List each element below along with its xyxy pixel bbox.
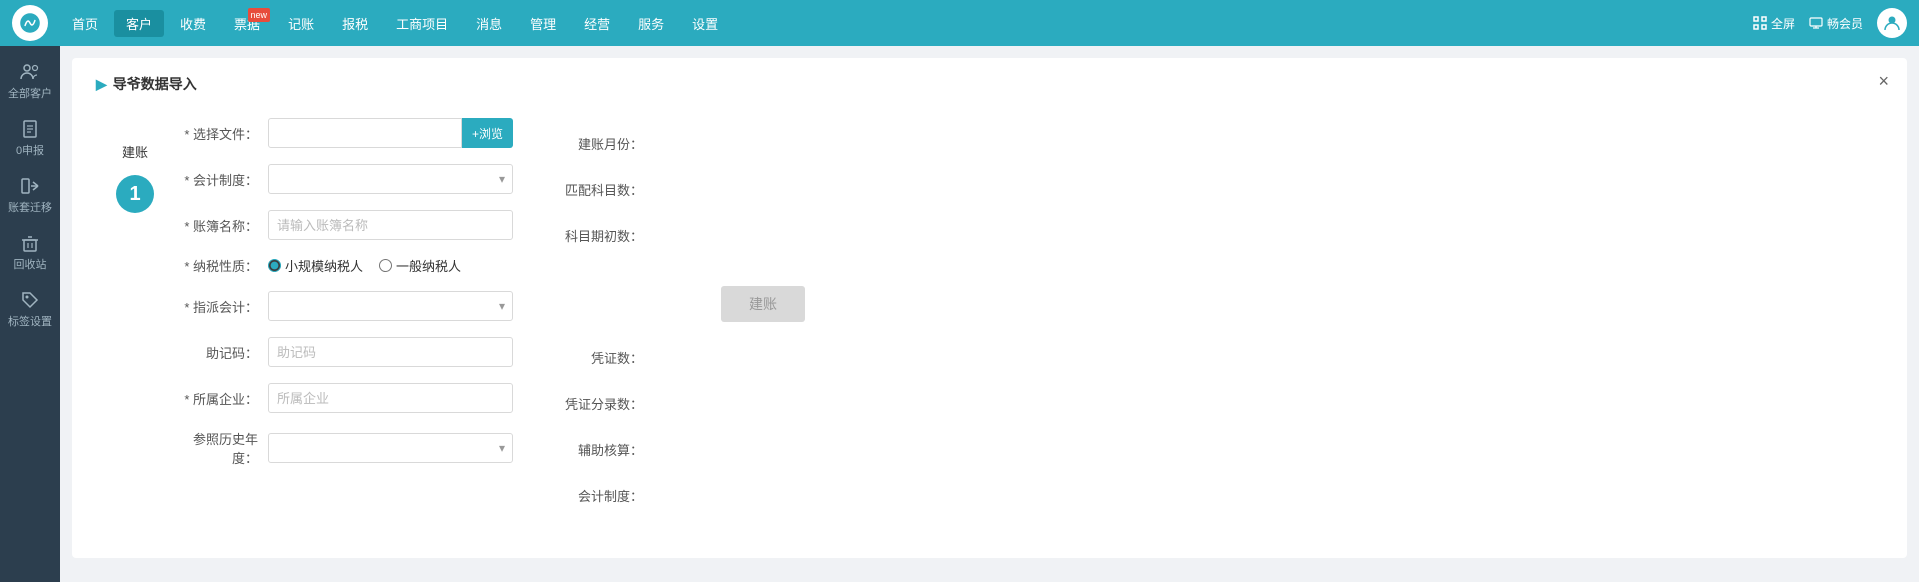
aux-accounting-label: 辅助核算： — [553, 440, 653, 459]
nav-home[interactable]: 首页 — [60, 10, 110, 37]
history-year-select[interactable] — [268, 433, 513, 463]
tax-type-small[interactable]: 小规模纳税人 — [268, 256, 363, 275]
nav-management[interactable]: 管理 — [518, 10, 568, 37]
browse-button[interactable]: +浏览 — [462, 118, 513, 148]
ledger-name-row: * 账簿名称： — [178, 210, 513, 240]
accounting-system-right-label: 会计制度： — [553, 486, 653, 505]
history-year-select-wrapper — [268, 433, 513, 463]
close-button[interactable]: × — [1878, 72, 1889, 90]
import-card: ▶ 导爷数据导入 × 建账 1 * 选择文件： — [72, 58, 1907, 558]
accounting-system-select[interactable] — [268, 164, 513, 194]
init-amount-row: 科目期初数： — [553, 220, 973, 250]
import-icon: ▶ — [96, 76, 107, 93]
establish-button[interactable]: 建账 — [721, 286, 805, 322]
exchange-icon — [20, 176, 40, 196]
file-input-group: +浏览 — [268, 118, 513, 148]
user-icon — [1883, 14, 1901, 32]
nav-business[interactable]: 工商项目 — [384, 10, 460, 37]
accounting-system-row: * 会计制度： — [178, 164, 513, 194]
init-amount-label: 科目期初数： — [553, 226, 653, 245]
history-year-label: 参照历史年度： — [178, 429, 268, 467]
file-input[interactable] — [268, 118, 462, 148]
ledger-name-input[interactable] — [268, 210, 513, 240]
users-icon — [20, 62, 40, 82]
tv-icon — [1809, 16, 1823, 30]
company-row: * 所属企业： — [178, 383, 513, 413]
tax-type-label: * 纳税性质： — [178, 256, 268, 275]
nav-settings[interactable]: 设置 — [680, 10, 730, 37]
nav-tax[interactable]: 报税 — [330, 10, 380, 37]
card-title: ▶ 导爷数据导入 — [96, 74, 1883, 94]
trash-icon — [20, 233, 40, 253]
step-section: 建账 1 * 选择文件： +浏览 — [116, 118, 513, 526]
file-row: * 选择文件： +浏览 — [178, 118, 513, 148]
voucher-entries-label: 凭证分录数： — [553, 394, 653, 413]
app-logo — [12, 5, 48, 41]
fullscreen-icon — [1753, 16, 1767, 30]
build-month-row: 建账月份： — [553, 128, 973, 158]
layout: 全部客户 0申报 账套迁移 — [0, 46, 1919, 582]
voucher-entries-row: 凭证分录数： — [553, 388, 973, 418]
tag-icon — [20, 290, 40, 310]
step-badge: 1 — [116, 175, 154, 213]
aux-accounting-row: 辅助核算： — [553, 434, 973, 464]
accountant-row: * 指派会计： — [178, 291, 513, 321]
tax-type-row: * 纳税性质： 小规模纳税人 一般纳税人 — [178, 256, 513, 275]
accounting-system-select-wrapper — [268, 164, 513, 194]
avatar[interactable] — [1877, 8, 1907, 38]
tax-type-general[interactable]: 一般纳税人 — [379, 256, 461, 275]
tax-type-radio-group: 小规模纳税人 一般纳税人 — [268, 256, 513, 275]
nav-operations[interactable]: 经营 — [572, 10, 622, 37]
accountant-select-wrapper — [268, 291, 513, 321]
nav-services[interactable]: 服务 — [626, 10, 676, 37]
nav-right: 全屏 畅会员 — [1753, 8, 1907, 38]
form-section-right: 建账月份： 匹配科目数： 科目期初数： 建账 — [553, 118, 973, 526]
new-badge: new — [248, 8, 271, 22]
company-label: * 所属企业： — [178, 389, 268, 408]
form-container: 建账 1 * 选择文件： +浏览 — [96, 118, 1883, 526]
build-month-label: 建账月份： — [553, 134, 653, 153]
sidebar-item-tags[interactable]: 标签设置 — [0, 282, 60, 337]
history-year-row: 参照历史年度： — [178, 429, 513, 467]
accountant-label: * 指派会计： — [178, 297, 268, 316]
sidebar-item-migrate[interactable]: 账套迁移 — [0, 168, 60, 223]
form-section-left: * 选择文件： +浏览 * 会计制度： — [178, 118, 513, 483]
nav-invoice[interactable]: 票据 new — [222, 10, 272, 37]
fullscreen-btn[interactable]: 全屏 — [1753, 15, 1795, 32]
step-label: 建账 — [122, 142, 148, 161]
accountant-select[interactable] — [268, 291, 513, 321]
main-content: ▶ 导爷数据导入 × 建账 1 * 选择文件： — [60, 46, 1919, 582]
sidebar-item-all-clients[interactable]: 全部客户 — [0, 54, 60, 109]
match-subjects-label: 匹配科目数： — [553, 180, 653, 199]
match-subjects-row: 匹配科目数： — [553, 174, 973, 204]
sidebar: 全部客户 0申报 账套迁移 — [0, 46, 60, 582]
nav-billing[interactable]: 收费 — [168, 10, 218, 37]
file-icon — [20, 119, 40, 139]
file-label: * 选择文件： — [178, 124, 268, 143]
nav-messages[interactable]: 消息 — [464, 10, 514, 37]
voucher-count-label: 凭证数： — [553, 348, 653, 367]
top-nav: 首页 客户 收费 票据 new 记账 报税 工商项目 消息 管理 经营 服务 设… — [0, 0, 1919, 46]
accounting-system-right-row: 会计制度： — [553, 480, 973, 510]
sidebar-item-declare[interactable]: 0申报 — [0, 111, 60, 166]
member-btn[interactable]: 畅会员 — [1809, 15, 1863, 32]
accounting-system-label: * 会计制度： — [178, 170, 268, 189]
memo-label: 助记码： — [178, 343, 268, 362]
company-input[interactable] — [268, 383, 513, 413]
memo-input[interactable] — [268, 337, 513, 367]
nav-accounting[interactable]: 记账 — [276, 10, 326, 37]
nav-customers[interactable]: 客户 — [114, 10, 164, 37]
voucher-count-row: 凭证数： — [553, 342, 973, 372]
sidebar-item-recycle[interactable]: 回收站 — [0, 225, 60, 280]
memo-row: 助记码： — [178, 337, 513, 367]
ledger-name-label: * 账簿名称： — [178, 216, 268, 235]
